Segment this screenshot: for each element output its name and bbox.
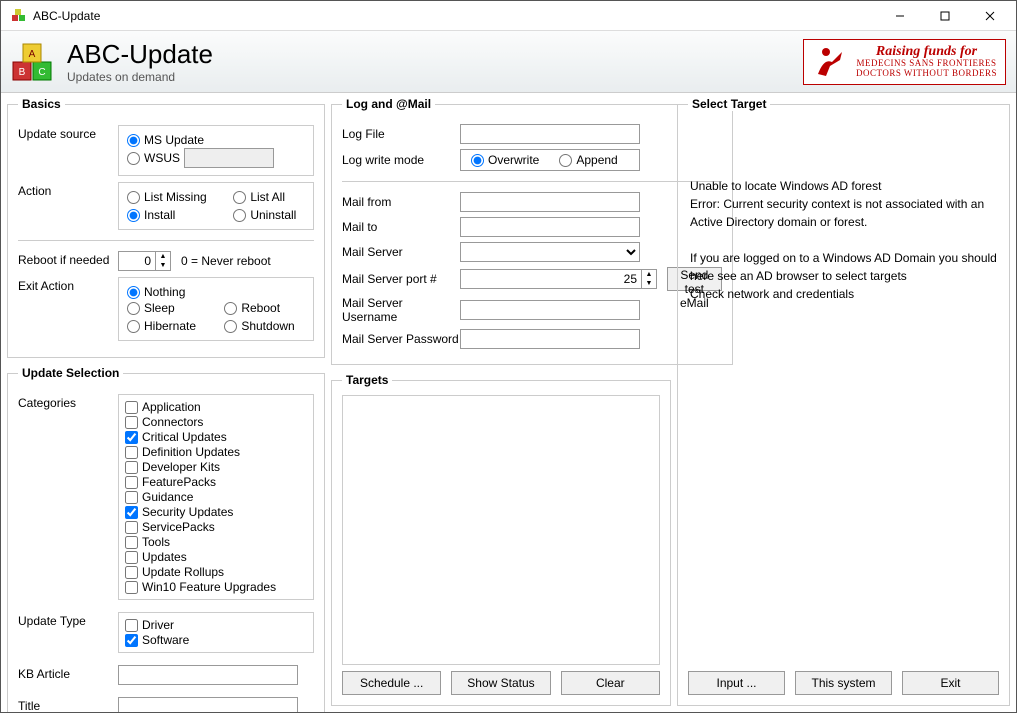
logo-icon: AB C	[11, 40, 55, 84]
title-input[interactable]	[118, 697, 298, 712]
header-subtitle: Updates on demand	[67, 70, 213, 84]
password-label: Mail Server Password	[342, 332, 460, 346]
log-legend: Log and @Mail	[342, 97, 435, 111]
mailfrom-label: Mail from	[342, 195, 460, 209]
logfile-label: Log File	[342, 127, 460, 141]
radio-list-all[interactable]: List All	[233, 190, 305, 204]
input-button[interactable]: Input ...	[688, 671, 785, 695]
exit-button[interactable]: Exit	[902, 671, 999, 695]
select-target-group: Select Target Unable to locate Windows A…	[677, 97, 1010, 706]
schedule-button[interactable]: Schedule ...	[342, 671, 441, 695]
category-security-updates[interactable]: Security Updates	[125, 505, 307, 519]
update-selection-legend: Update Selection	[18, 366, 123, 380]
show-status-button[interactable]: Show Status	[451, 671, 550, 695]
reboot-hint: 0 = Never reboot	[181, 254, 271, 268]
kb-input[interactable]	[118, 665, 298, 685]
category-win10-feature-upgrades[interactable]: Win10 Feature Upgrades	[125, 580, 307, 594]
reboot-spin[interactable]: ▲▼	[118, 251, 171, 271]
app-icon	[11, 8, 27, 24]
category-critical-updates[interactable]: Critical Updates	[125, 430, 307, 444]
radio-list-missing[interactable]: List Missing	[127, 190, 215, 204]
minimize-button[interactable]	[877, 1, 922, 30]
clear-button[interactable]: Clear	[561, 671, 660, 695]
exit-label: Exit Action	[18, 277, 118, 293]
msf-line1: Raising funds for	[856, 44, 997, 59]
basics-legend: Basics	[18, 97, 65, 111]
radio-hibernate[interactable]: Hibernate	[127, 319, 206, 333]
radio-install[interactable]: Install	[127, 208, 215, 222]
targets-box[interactable]	[342, 395, 660, 665]
category-updates[interactable]: Updates	[125, 550, 307, 564]
msf-line3: DOCTORS WITHOUT BORDERS	[856, 69, 997, 79]
updatetype-software[interactable]: Software	[125, 633, 307, 647]
username-input[interactable]	[460, 300, 640, 320]
app-window: ABC-Update AB C ABC-Update Updates on dem…	[0, 0, 1017, 713]
mailserver-select[interactable]	[460, 242, 640, 262]
header: AB C ABC-Update Updates on demand Raising…	[1, 31, 1016, 93]
radio-nothing[interactable]: Nothing	[127, 285, 305, 299]
radio-shutdown[interactable]: Shutdown	[224, 319, 305, 333]
radio-reboot[interactable]: Reboot	[224, 301, 305, 315]
port-label: Mail Server port #	[342, 272, 460, 286]
category-developer-kits[interactable]: Developer Kits	[125, 460, 307, 474]
select-target-legend: Select Target	[688, 97, 770, 111]
title-label: Title	[18, 697, 118, 712]
category-application[interactable]: Application	[125, 400, 307, 414]
targets-legend: Targets	[342, 373, 392, 387]
wsus-input	[184, 148, 274, 168]
update-source-label: Update source	[18, 125, 118, 141]
port-spin[interactable]: ▲▼	[460, 269, 657, 289]
radio-uninstall[interactable]: Uninstall	[233, 208, 305, 222]
updatetype-list: DriverSoftware	[118, 612, 314, 653]
category-servicepacks[interactable]: ServicePacks	[125, 520, 307, 534]
category-connectors[interactable]: Connectors	[125, 415, 307, 429]
username-label: Mail Server Username	[342, 296, 460, 324]
radio-wsus[interactable]: WSUS	[127, 148, 305, 168]
radio-ms-update[interactable]: MS Update	[127, 133, 305, 147]
log-mail-group: Log and @Mail Log File Log write mode Ov…	[331, 97, 733, 365]
svg-text:A: A	[29, 49, 36, 60]
mailfrom-input[interactable]	[460, 192, 640, 212]
select-target-text: Unable to locate Windows AD forest Error…	[688, 119, 999, 665]
category-featurepacks[interactable]: FeaturePacks	[125, 475, 307, 489]
window-title: ABC-Update	[33, 9, 877, 23]
categories-list: ApplicationConnectorsCritical UpdatesDef…	[118, 394, 314, 600]
logwritemode-label: Log write mode	[342, 153, 460, 167]
mailto-input[interactable]	[460, 217, 640, 237]
update-type-label: Update Type	[18, 612, 118, 628]
category-definition-updates[interactable]: Definition Updates	[125, 445, 307, 459]
titlebar: ABC-Update	[1, 1, 1016, 31]
header-title: ABC-Update	[67, 39, 213, 70]
password-input[interactable]	[460, 329, 640, 349]
mailserver-label: Mail Server	[342, 245, 460, 259]
msf-icon	[812, 44, 848, 80]
radio-append[interactable]: Append	[559, 153, 617, 167]
category-tools[interactable]: Tools	[125, 535, 307, 549]
mailto-label: Mail to	[342, 220, 460, 234]
targets-group: Targets Schedule ... Show Status Clear	[331, 373, 671, 706]
radio-overwrite[interactable]: Overwrite	[471, 153, 539, 167]
updatetype-driver[interactable]: Driver	[125, 618, 307, 632]
radio-sleep[interactable]: Sleep	[127, 301, 206, 315]
basics-group: Basics Update source MS Update WSUS Acti…	[7, 97, 325, 358]
close-button[interactable]	[967, 1, 1012, 30]
logfile-input[interactable]	[460, 124, 640, 144]
reboot-label: Reboot if needed	[18, 251, 118, 267]
category-guidance[interactable]: Guidance	[125, 490, 307, 504]
maximize-button[interactable]	[922, 1, 967, 30]
svg-text:C: C	[38, 67, 45, 78]
update-selection-group: Update Selection Categories ApplicationC…	[7, 366, 325, 712]
this-system-button[interactable]: This system	[795, 671, 892, 695]
svg-text:B: B	[19, 67, 26, 78]
kb-label: KB Article	[18, 665, 118, 681]
category-update-rollups[interactable]: Update Rollups	[125, 565, 307, 579]
action-label: Action	[18, 182, 118, 198]
categories-label: Categories	[18, 394, 118, 410]
msf-banner[interactable]: Raising funds for MEDECINS SANS FRONTIER…	[803, 39, 1006, 85]
